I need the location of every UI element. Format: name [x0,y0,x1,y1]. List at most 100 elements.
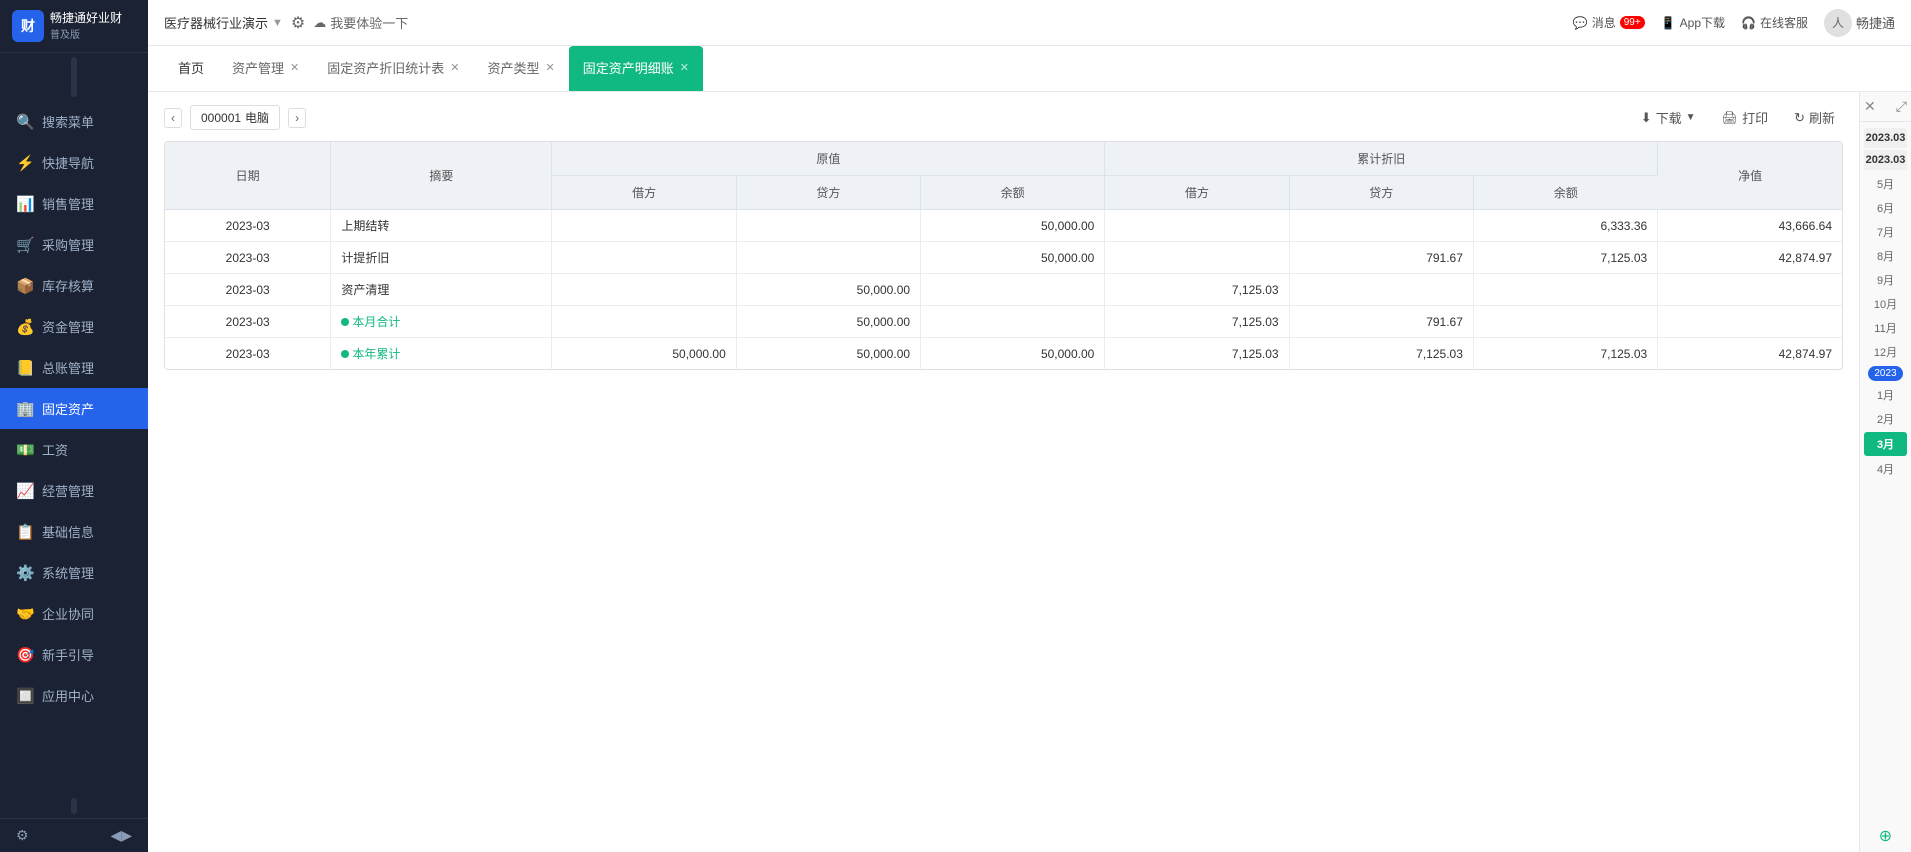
tab-asset-detail-close[interactable]: ✕ [680,61,689,74]
row-summary: 计提折旧 [331,242,552,274]
topbar-settings-icon[interactable]: ⚙ [291,13,305,33]
row-orig-credit: 50,000.00 [736,338,920,370]
sidebar-item-operations[interactable]: 📈 经营管理 [0,470,148,511]
sidebar-scroll-up[interactable] [71,57,77,97]
messages-button[interactable]: 💬 消息 99+ [1573,14,1645,31]
row-dep-debit [1105,210,1289,242]
timeline-month-4[interactable]: 4月 [1860,457,1911,481]
collapse-sidebar-icon[interactable]: ◀▶ [110,827,132,844]
sidebar-item-ledger[interactable]: 📒 总账管理 [0,347,148,388]
experience-icon: ☁ [313,15,326,31]
expand-panel-icon[interactable]: ⤢ [1896,98,1907,115]
tab-asset-type-close[interactable]: ✕ [546,61,555,74]
timeline-month-9[interactable]: 9月 [1860,268,1911,292]
refresh-button[interactable]: ↻ 刷新 [1786,104,1843,131]
timeline-month-8[interactable]: 8月 [1860,244,1911,268]
app-download-button[interactable]: 📱 App下载 [1661,14,1725,31]
experience-button[interactable]: ☁ 我要体验一下 [313,13,408,32]
timeline: 2023.03 2023.03 5月 6月 7月 8月 9月 10月 11月 1… [1860,122,1911,820]
row-dep-credit: 791.67 [1289,306,1473,338]
sidebar-item-purchase[interactable]: 🛒 采购管理 [0,224,148,265]
tab-depreciation-table-close[interactable]: ✕ [450,61,459,74]
asset-detail-table: 日期 摘要 原值 累计折旧 净值 借方 贷方 余额 借方 [165,142,1842,369]
row-orig-debit [552,242,736,274]
timeline-year-label: 2023.03 [1864,128,1907,148]
tab-asset-mgmt-close[interactable]: ✕ [290,61,299,74]
row-date: 2023-03 [165,274,331,306]
row-dep-debit: 7,125.03 [1105,338,1289,370]
next-asset-button[interactable]: › [288,108,306,128]
company-selector[interactable]: 医疗器械行业演示 ▼ [164,13,283,32]
download-button[interactable]: ⬇ 下载 ▼ [1633,104,1704,131]
content-area: ‹ 000001 电脑 › ⬇ 下载 ▼ [148,92,1911,852]
row-dep-credit [1289,210,1473,242]
col-header-dep-credit: 贷方 [1289,176,1473,210]
enterprise-icon: 🤝 [16,605,34,623]
sidebar-item-guide[interactable]: 🎯 新手引导 [0,634,148,675]
asset-id: 000001 [201,111,241,125]
timeline-month-7[interactable]: 7月 [1860,220,1911,244]
sidebar-item-search[interactable]: 🔍 搜索菜单 [0,101,148,142]
close-panel-icon[interactable]: ✕ [1864,98,1876,115]
sidebar-item-system[interactable]: ⚙️ 系统管理 [0,552,148,593]
timeline-year-badge[interactable]: 2023 [1868,366,1902,381]
yearly-total-tag: 本年累计 [341,345,400,362]
messages-badge: 99+ [1620,16,1645,29]
print-button[interactable]: 🖨 打印 [1714,104,1777,131]
row-orig-balance [921,306,1105,338]
avatar: 人 [1824,9,1852,37]
right-timeline-panel: ✕ ⤢ 2023.03 2023.03 5月 6月 7月 8月 9月 10月 1… [1859,92,1911,852]
tab-asset-detail[interactable]: 固定资产明细账 ✕ [569,46,703,92]
timeline-month-6[interactable]: 6月 [1860,196,1911,220]
timeline-month-3-active[interactable]: 3月 [1864,432,1907,456]
tab-asset-mgmt[interactable]: 资产管理 ✕ [218,46,313,91]
tab-asset-type[interactable]: 资产类型 ✕ [473,46,568,91]
settings-gear-icon[interactable]: ⚙ [16,827,29,844]
sidebar-item-quick-nav[interactable]: ⚡ 快捷导航 [0,142,148,183]
row-dep-debit: 7,125.03 [1105,274,1289,306]
sidebar-nav: 🔍 搜索菜单 ⚡ 快捷导航 📊 销售管理 🛒 采购管理 📦 库存核算 💰 资金管… [0,101,148,794]
timeline-month-5[interactable]: 5月 [1860,172,1911,196]
sidebar-scroll-down[interactable] [71,798,77,814]
row-dep-balance [1473,306,1657,338]
printer-icon: 🖨 [1722,110,1739,126]
row-dep-credit [1289,274,1473,306]
fixed-assets-icon: 🏢 [16,400,34,418]
row-orig-credit: 50,000.00 [736,306,920,338]
messages-icon: 💬 [1573,16,1588,30]
app-name: 畅捷通好业财 [50,11,122,27]
right-panel-header: ✕ ⤢ [1860,92,1911,122]
prev-asset-button[interactable]: ‹ [164,108,182,128]
timeline-month-11[interactable]: 11月 [1860,316,1911,340]
user-profile[interactable]: 人 畅捷通 [1824,9,1895,37]
ledger-icon: 📒 [16,359,34,377]
company-name: 医疗器械行业演示 [164,13,268,32]
inventory-icon: 📦 [16,277,34,295]
table-row: 2023-03 本月合计 50,000.00 7,125.03 791.67 [165,306,1842,338]
sidebar-item-basic-info[interactable]: 📋 基础信息 [0,511,148,552]
row-dep-balance: 7,125.03 [1473,338,1657,370]
sidebar-item-fixed-assets[interactable]: 🏢 固定资产 [0,388,148,429]
sidebar-item-inventory[interactable]: 📦 库存核算 [0,265,148,306]
tab-depreciation-table[interactable]: 固定资产折旧统计表 ✕ [313,46,473,91]
row-date: 2023-03 [165,242,331,274]
main-content: 医疗器械行业演示 ▼ ⚙ ☁ 我要体验一下 💬 消息 99+ 📱 App下载 🎧… [148,0,1911,852]
sidebar-item-enterprise[interactable]: 🤝 企业协同 [0,593,148,634]
customer-service-button[interactable]: 🎧 在线客服 [1741,14,1808,31]
tab-home[interactable]: 首页 [164,46,218,91]
panel-bottom-icon[interactable]: ⊕ [1860,820,1911,852]
timeline-month-1[interactable]: 1月 [1860,383,1911,407]
table-row: 2023-03 上期结转 50,000.00 6,333.36 43,666.6… [165,210,1842,242]
topbar: 医疗器械行业演示 ▼ ⚙ ☁ 我要体验一下 💬 消息 99+ 📱 App下载 🎧… [148,0,1911,46]
col-header-dep-balance: 余额 [1473,176,1657,210]
sidebar-item-app-center[interactable]: 🔲 应用中心 [0,675,148,716]
purchase-icon: 🛒 [16,236,34,254]
timeline-month-10[interactable]: 10月 [1860,292,1911,316]
row-orig-balance: 50,000.00 [921,242,1105,274]
sidebar-item-salary[interactable]: 💵 工资 [0,429,148,470]
sidebar-item-finance[interactable]: 💰 资金管理 [0,306,148,347]
timeline-month-12[interactable]: 12月 [1860,340,1911,364]
sidebar-item-sales[interactable]: 📊 销售管理 [0,183,148,224]
timeline-month-2[interactable]: 2月 [1860,407,1911,431]
download-icon: ⬇ [1641,110,1652,126]
